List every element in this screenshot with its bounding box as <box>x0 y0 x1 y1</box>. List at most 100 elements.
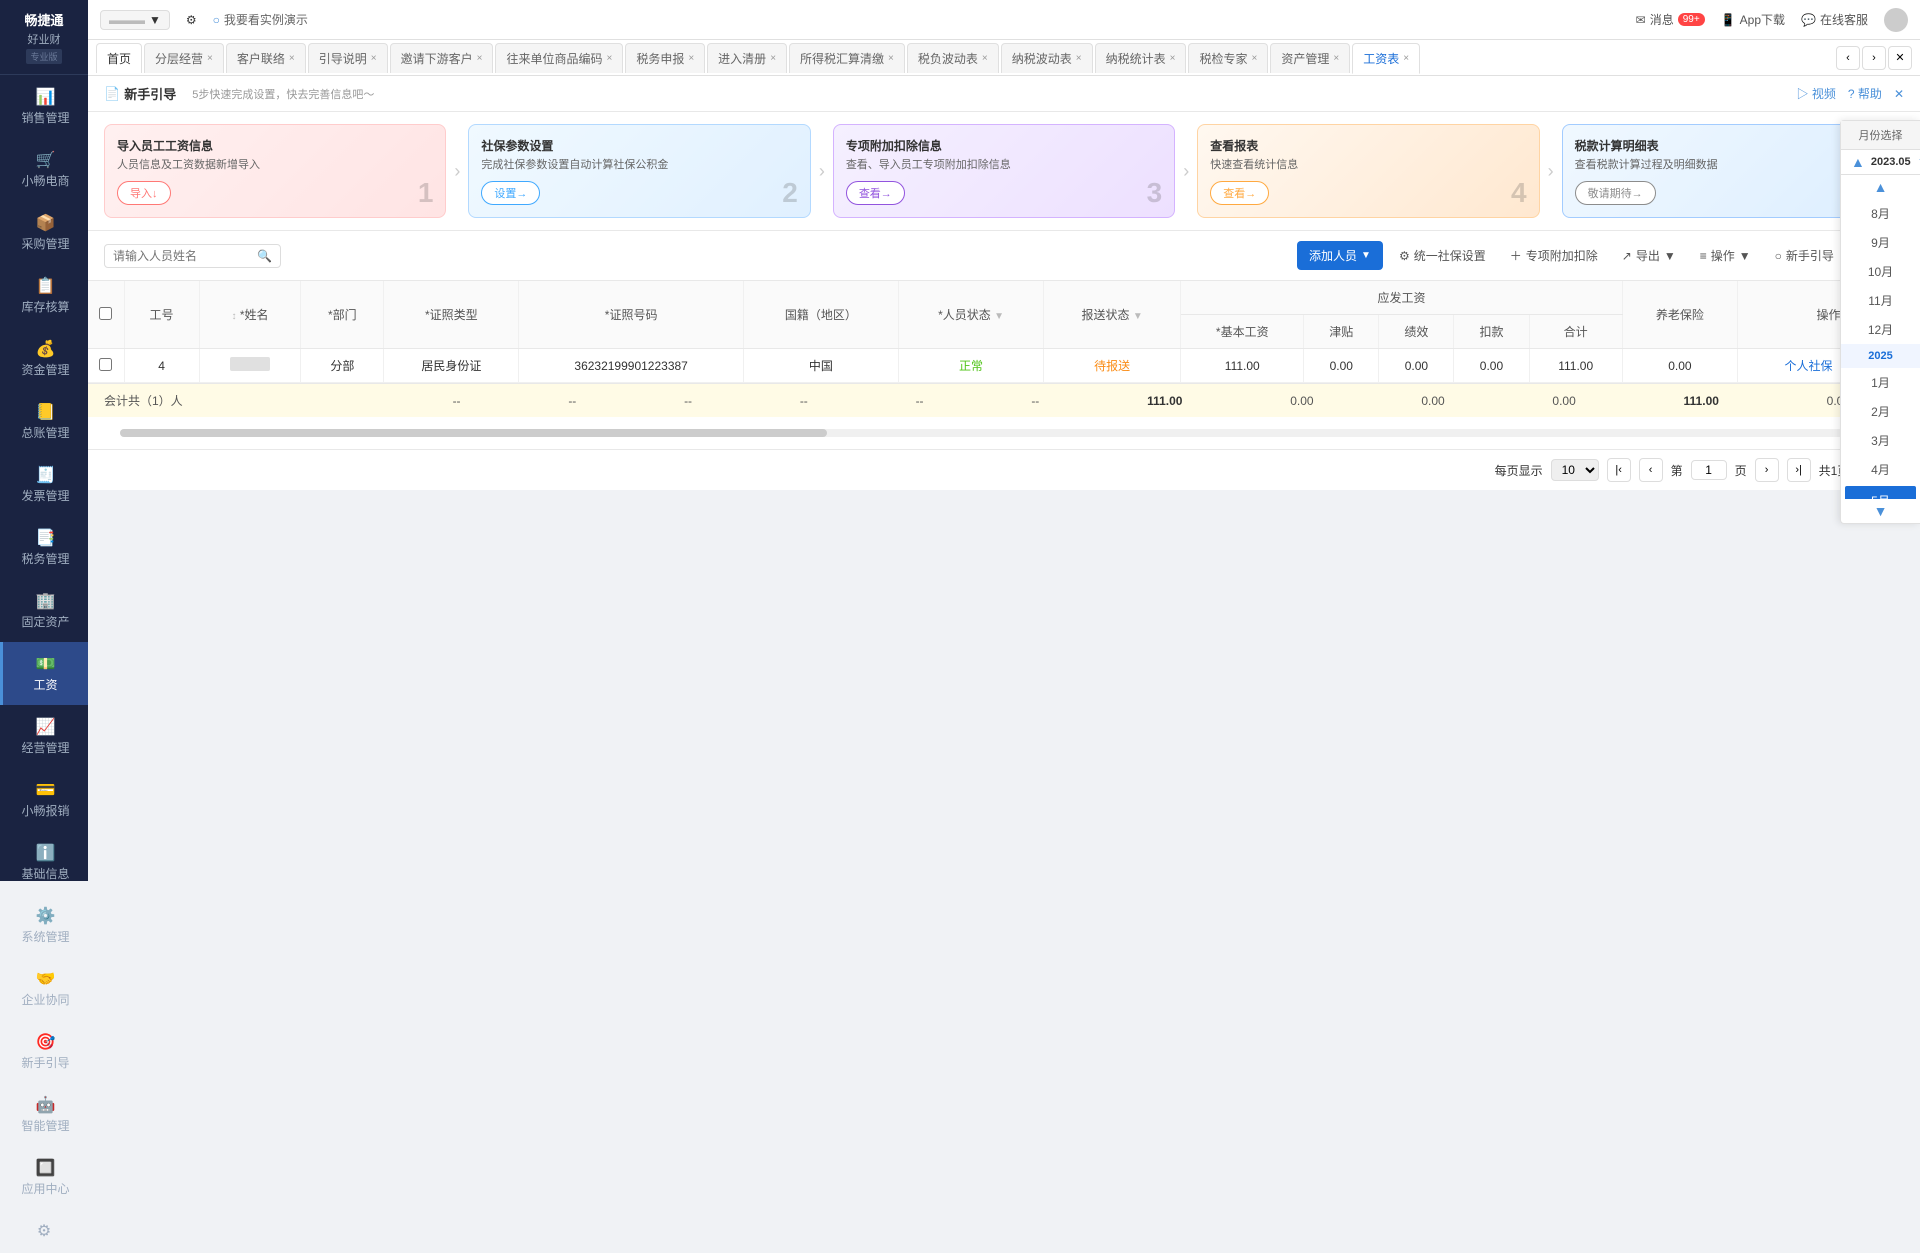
sidebar-item-工资[interactable]: 💵工资 <box>0 642 88 705</box>
step-btn[interactable]: 查看→ <box>846 181 905 205</box>
month-item-4[interactable]: 4月 <box>1841 455 1920 484</box>
tab-close-icon[interactable]: × <box>1170 53 1176 64</box>
prev-page-btn[interactable]: ‹ <box>1639 458 1663 482</box>
sidebar-item-小畅报销[interactable]: 💳小畅报销 <box>0 768 88 831</box>
sidebar-item-基础信息[interactable]: ℹ️基础信息 <box>0 831 88 894</box>
unified-settings-btn[interactable]: ⚙ 统一社保设置 <box>1391 243 1494 268</box>
personal-social-link[interactable]: 个人社保 <box>1785 359 1833 373</box>
month-year-up-btn[interactable]: ▲ <box>1845 152 1871 172</box>
month-year-down-btn[interactable]: ▼ <box>1911 152 1920 172</box>
month-item-2[interactable]: 2月 <box>1841 397 1920 426</box>
new-guide-btn[interactable]: ○ 新手引导 <box>1767 243 1842 268</box>
scrollbar-track[interactable] <box>120 429 1888 437</box>
app-download-btn[interactable]: 📱 App下载 <box>1721 11 1785 28</box>
tab-邀请下游客户[interactable]: 邀请下游客户× <box>390 43 494 73</box>
tab-close-icon[interactable]: × <box>289 53 295 64</box>
page-size-select[interactable]: 10 20 50 <box>1551 459 1599 481</box>
special-deduction-btn[interactable]: ＋ 专项附加扣除 <box>1502 243 1606 268</box>
first-page-btn[interactable]: |‹ <box>1607 458 1631 482</box>
page-input[interactable] <box>1691 460 1727 480</box>
sidebar-item-采购管理[interactable]: 📦采购管理 <box>0 201 88 264</box>
tab-往来单位商品编码[interactable]: 往来单位商品编码× <box>495 43 623 73</box>
tab-税检专家[interactable]: 税检专家× <box>1188 43 1268 73</box>
next-page-btn[interactable]: › <box>1755 458 1779 482</box>
step-btn[interactable]: 敬请期待→ <box>1575 181 1656 205</box>
tab-客户联络[interactable]: 客户联络× <box>226 43 306 73</box>
tab-close-icon[interactable]: × <box>477 53 483 64</box>
add-person-btn[interactable]: 添加人员 ▼ <box>1297 241 1383 270</box>
tab-close-icon[interactable]: × <box>888 53 894 64</box>
sidebar-item-资金管理[interactable]: 💰资金管理 <box>0 327 88 390</box>
sidebar-item-企业协同[interactable]: 🤝企业协同 <box>0 957 88 1020</box>
sidebar-item-应用中心[interactable]: 🔲应用中心 <box>0 1146 88 1209</box>
row-checkbox[interactable] <box>99 358 112 371</box>
tab-税负波动表[interactable]: 税负波动表× <box>907 43 999 73</box>
month-item-11[interactable]: 11月 <box>1841 286 1920 315</box>
month-item-8[interactable]: 8月 <box>1841 199 1920 228</box>
operations-btn[interactable]: ≡ 操作 ▼ <box>1692 243 1759 268</box>
select-all-checkbox[interactable] <box>99 307 112 320</box>
guide-close-btn[interactable]: ✕ <box>1894 87 1904 101</box>
tab-scroll-right[interactable]: › <box>1862 46 1886 70</box>
tab-close-all[interactable]: ✕ <box>1888 46 1912 70</box>
step-btn[interactable]: 设置→ <box>481 181 540 205</box>
tab-税务申报[interactable]: 税务申报× <box>625 43 705 73</box>
online-service-btn[interactable]: 💬 在线客服 <box>1801 11 1868 28</box>
tab-scroll-left[interactable]: ‹ <box>1836 46 1860 70</box>
message-btn[interactable]: ✉ 消息 99+ <box>1636 11 1705 28</box>
search-input[interactable] <box>113 249 253 263</box>
sidebar-item-固定资产[interactable]: 🏢固定资产 <box>0 579 88 642</box>
settings-icon[interactable]: ⚙ <box>0 1209 88 1253</box>
tab-close-icon[interactable]: × <box>1076 53 1082 64</box>
tab-close-icon[interactable]: × <box>606 53 612 64</box>
user-avatar[interactable] <box>1884 8 1908 32</box>
tab-close-icon[interactable]: × <box>982 53 988 64</box>
tab-close-icon[interactable]: × <box>1251 53 1257 64</box>
tab-close-icon[interactable]: × <box>207 53 213 64</box>
sidebar-item-库存核算[interactable]: 📋库存核算 <box>0 264 88 327</box>
company-selector[interactable]: ▬▬▬ ▼ <box>100 10 170 30</box>
last-page-btn[interactable]: ›| <box>1787 458 1811 482</box>
step-btn[interactable]: 导入↓ <box>117 181 171 205</box>
tab-纳税波动表[interactable]: 纳税波动表× <box>1001 43 1093 73</box>
tab-首页[interactable]: 首页 <box>96 43 142 73</box>
status-filter-icon[interactable]: ▼ <box>994 311 1004 322</box>
tab-close-icon[interactable]: × <box>688 53 694 64</box>
sidebar-item-小畅电商[interactable]: 🛒小畅电商 <box>0 138 88 201</box>
tab-close-icon[interactable]: × <box>770 53 776 64</box>
tab-工资表[interactable]: 工资表× <box>1352 43 1420 74</box>
month-item-3[interactable]: 3月 <box>1841 426 1920 455</box>
month-item-5[interactable]: 5月 <box>1845 486 1916 499</box>
sidebar-item-经营管理[interactable]: 📈经营管理 <box>0 705 88 768</box>
tab-分层经营[interactable]: 分层经营× <box>144 43 224 73</box>
month-item-10[interactable]: 10月 <box>1841 257 1920 286</box>
settings-btn[interactable]: ⚙ <box>178 11 205 29</box>
tab-close-icon[interactable]: × <box>1333 53 1339 64</box>
sidebar-item-总账管理[interactable]: 📒总账管理 <box>0 390 88 453</box>
tab-纳税统计表[interactable]: 纳税统计表× <box>1095 43 1187 73</box>
demo-btn[interactable]: ○ 我要看实例演示 <box>213 11 308 28</box>
sidebar-item-销售管理[interactable]: 📊销售管理 <box>0 75 88 138</box>
submit-filter-icon[interactable]: ▼ <box>1133 311 1143 322</box>
tab-close-icon[interactable]: × <box>371 53 377 64</box>
month-scroll-down-btn[interactable]: ▼ <box>1841 499 1920 523</box>
sidebar-item-税务管理[interactable]: 📑税务管理 <box>0 516 88 579</box>
tab-引导说明[interactable]: 引导说明× <box>308 43 388 73</box>
sidebar-item-智能管理[interactable]: 🤖智能管理 <box>0 1083 88 1146</box>
tab-资产管理[interactable]: 资产管理× <box>1270 43 1350 73</box>
month-scroll-up-btn[interactable]: ▲ <box>1841 175 1920 199</box>
step-btn[interactable]: 查看→ <box>1210 181 1269 205</box>
tab-所得税汇算清缴[interactable]: 所得税汇算清缴× <box>789 43 905 73</box>
sidebar-item-系统管理[interactable]: ⚙️系统管理 <box>0 894 88 957</box>
guide-help-btn[interactable]: ? 帮助 <box>1848 85 1882 102</box>
month-item-9[interactable]: 9月 <box>1841 228 1920 257</box>
export-btn[interactable]: ↗ 导出 ▼ <box>1614 243 1684 268</box>
guide-video-btn[interactable]: ▷ 视频 <box>1797 85 1836 102</box>
month-item-1[interactable]: 1月 <box>1841 368 1920 397</box>
sidebar-item-新手引导[interactable]: 🎯新手引导 <box>0 1020 88 1083</box>
sidebar-item-发票管理[interactable]: 🧾发票管理 <box>0 453 88 516</box>
tab-close-icon[interactable]: × <box>1403 53 1409 64</box>
month-item-12[interactable]: 12月 <box>1841 315 1920 344</box>
tab-进入清册[interactable]: 进入清册× <box>707 43 787 73</box>
search-icon[interactable]: 🔍 <box>257 249 272 263</box>
